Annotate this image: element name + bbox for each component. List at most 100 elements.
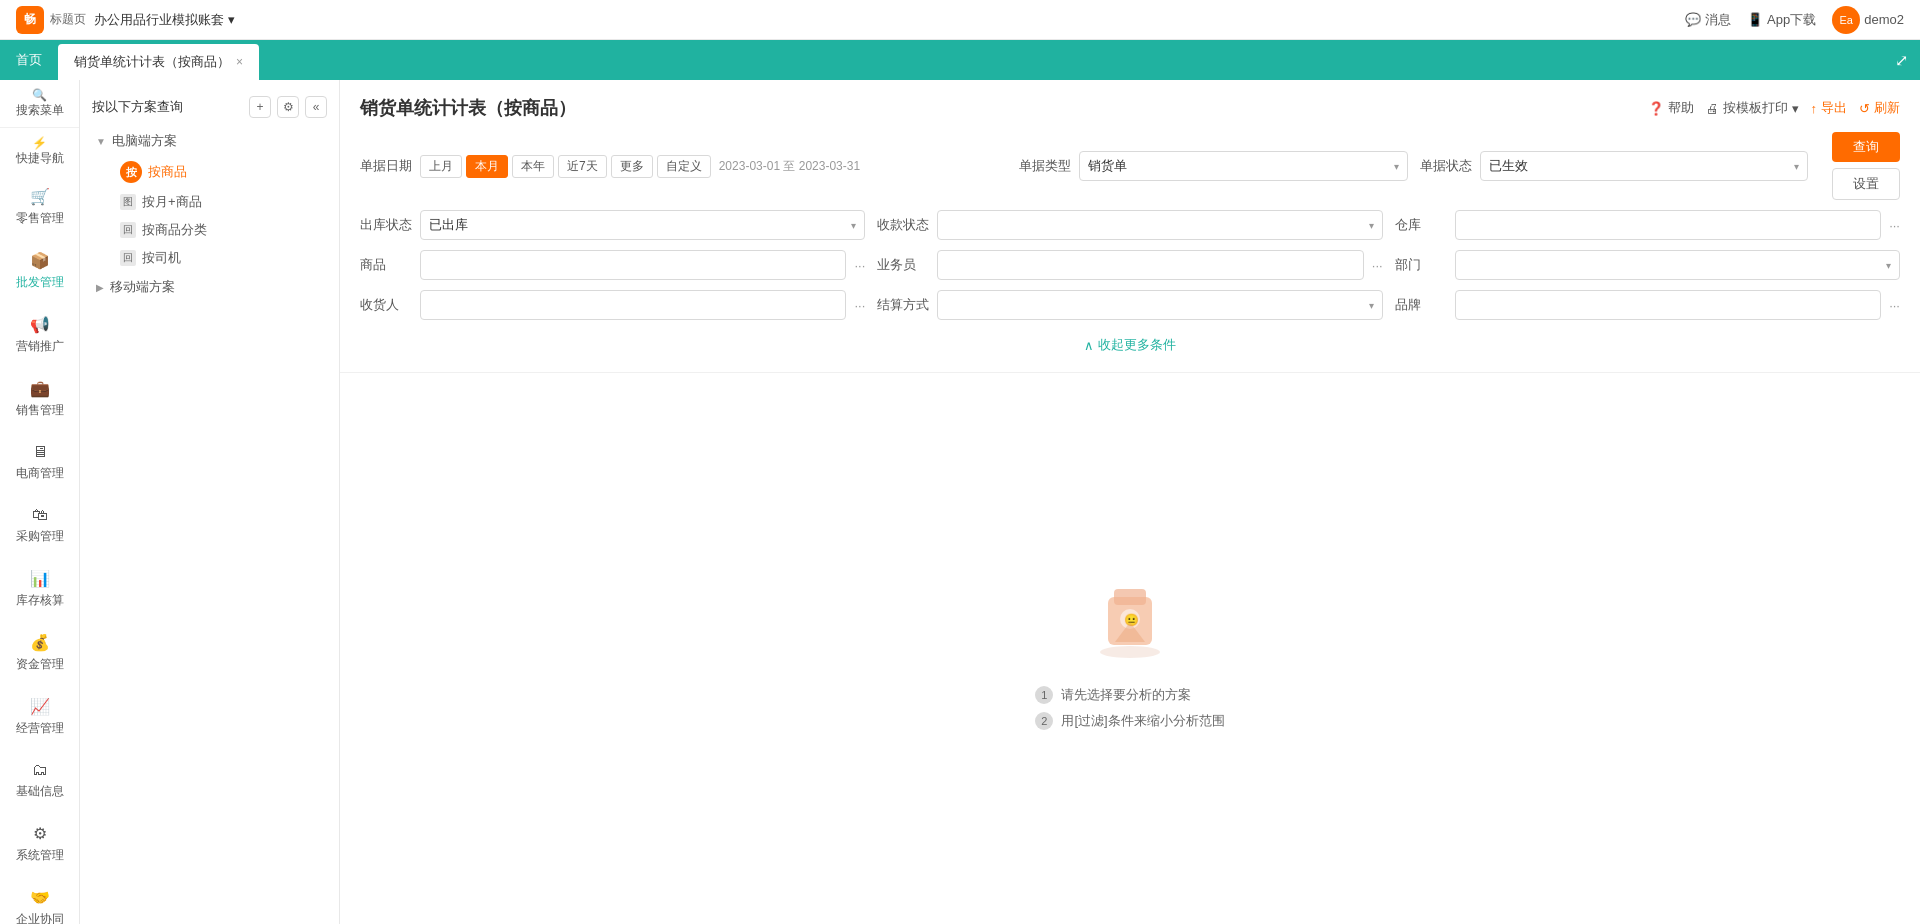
- payment-status-select[interactable]: ▾: [937, 210, 1382, 240]
- outstatus-select[interactable]: 已出库 ▾: [420, 210, 865, 240]
- payment-status-arrow-icon: ▾: [1369, 220, 1374, 231]
- nav-item-purchase[interactable]: 🛍 采购管理: [0, 494, 79, 557]
- tree-item-by-cashier[interactable]: 回 按司机: [112, 244, 339, 272]
- filter-doctype-field: 单据类型 销货单 ▾: [1019, 151, 1407, 181]
- brand-input[interactable]: [1455, 290, 1881, 320]
- date-btn-this-month[interactable]: 本月: [466, 155, 508, 178]
- goods-dots-btn[interactable]: ···: [854, 258, 865, 273]
- panel-header-actions: ❓ 帮助 🖨 按模板打印 ▾ ↑ 导出 ↺ 刷新: [1648, 99, 1901, 117]
- tab-close-icon[interactable]: ×: [236, 55, 243, 69]
- filter-receiver-field: 收货人 ···: [360, 290, 865, 320]
- tab-sales-stat[interactable]: 销货单统计计表（按商品） ×: [58, 44, 259, 80]
- nav-item-operations[interactable]: 📈 经营管理: [0, 685, 79, 749]
- doctype-arrow-icon: ▾: [1394, 161, 1399, 172]
- tab-home[interactable]: 首页: [0, 40, 58, 80]
- panel-title: 销货单统计计表（按商品）: [360, 96, 576, 120]
- app-selector[interactable]: 办公用品行业模拟账套 ▾: [94, 11, 235, 29]
- nav-item-inventory[interactable]: 📊 库存核算: [0, 557, 79, 621]
- date-btn-last7days[interactable]: 近7天: [558, 155, 607, 178]
- empty-tip-2: 2 用[过滤]条件来缩小分析范围: [1035, 712, 1224, 730]
- export-btn[interactable]: ↑ 导出: [1811, 99, 1848, 117]
- tree-pc-group-label: 电脑端方案: [112, 132, 177, 150]
- sales-stat-tab-label: 销货单统计计表（按商品）: [74, 53, 230, 71]
- date-btn-custom[interactable]: 自定义: [657, 155, 711, 178]
- tree-item-by-goods[interactable]: 按 按商品: [112, 156, 339, 188]
- collapse-sidebar-btn[interactable]: «: [305, 96, 327, 118]
- top-bar-right: 💬 消息 📱 App下载 Ea demo2: [1685, 6, 1904, 34]
- message-label: 消息: [1705, 11, 1731, 29]
- filter-brand-field: 品牌 ···: [1395, 290, 1900, 320]
- warehouse-dots-btn[interactable]: ···: [1889, 218, 1900, 233]
- export-label: 导出: [1821, 99, 1847, 117]
- date-control: 上月 本月 本年 近7天 更多 自定义 2023-03-01 至 2023-03…: [420, 155, 1007, 178]
- scheme-icon-month: 图: [120, 194, 136, 210]
- tab-bar-actions: ⤢: [1895, 51, 1920, 70]
- brand-label: 品牌: [1395, 296, 1455, 314]
- dept-select[interactable]: ▾: [1455, 250, 1900, 280]
- date-btn-more[interactable]: 更多: [611, 155, 653, 178]
- message-icon: 💬: [1685, 12, 1701, 27]
- nav-item-system[interactable]: ⚙ 系统管理: [0, 812, 79, 876]
- settings-btn[interactable]: 设置: [1832, 168, 1900, 200]
- salesperson-input[interactable]: [937, 250, 1363, 280]
- app-download-btn[interactable]: 📱 App下载: [1747, 11, 1816, 29]
- salesperson-dots-btn[interactable]: ···: [1372, 258, 1383, 273]
- tree-mobile-group[interactable]: ▶ 移动端方案: [80, 272, 339, 302]
- tree-item-by-month-goods[interactable]: 图 按月+商品: [112, 188, 339, 216]
- nav-item-search[interactable]: 🔍 搜索菜单: [0, 80, 79, 128]
- add-scheme-btn[interactable]: +: [249, 96, 271, 118]
- tree-pc-group[interactable]: ▼ 电脑端方案: [80, 126, 339, 156]
- active-scheme-icon: 按: [120, 161, 142, 183]
- filter-sidebar-title-text: 按以下方案查询: [92, 98, 183, 116]
- receiver-dots-btn[interactable]: ···: [854, 298, 865, 313]
- tree-item-by-cashier-label: 按司机: [142, 249, 181, 267]
- nav-item-wholesale[interactable]: 📦 批发管理: [0, 239, 79, 303]
- date-btn-last-month[interactable]: 上月: [420, 155, 462, 178]
- nav-item-ecommerce[interactable]: 🖥 电商管理: [0, 431, 79, 494]
- nav-item-collab[interactable]: 🤝 企业协同: [0, 876, 79, 924]
- print-btn[interactable]: 🖨 按模板打印 ▾: [1706, 99, 1799, 117]
- user-area[interactable]: Ea demo2: [1832, 6, 1904, 34]
- nav-item-marketing[interactable]: 📢 营销推广: [0, 303, 79, 367]
- filter-row-4: 收货人 ··· 结算方式 ▾: [360, 290, 1900, 320]
- goods-input[interactable]: [420, 250, 846, 280]
- marketing-icon: 📢: [30, 315, 50, 334]
- refresh-btn[interactable]: ↺ 刷新: [1859, 99, 1900, 117]
- message-btn[interactable]: 💬 消息: [1685, 11, 1731, 29]
- date-quick-btns: 上月 本月 本年 近7天 更多 自定义: [420, 155, 711, 178]
- nav-item-base[interactable]: 🗂 基础信息: [0, 749, 79, 812]
- date-label: 单据日期: [360, 157, 420, 175]
- tip-1-num: 1: [1035, 686, 1053, 704]
- nav-item-sales[interactable]: 💼 销售管理: [0, 367, 79, 431]
- payment-method-select[interactable]: ▾: [937, 290, 1382, 320]
- tree-item-by-category[interactable]: 回 按商品分类: [112, 216, 339, 244]
- scheme-icon-cashier: 回: [120, 250, 136, 266]
- payment-method-label: 结算方式: [877, 296, 937, 314]
- nav-item-quick[interactable]: ⚡ 快捷导航: [0, 128, 79, 175]
- user-name: demo2: [1864, 12, 1904, 27]
- brand-dots-btn[interactable]: ···: [1889, 298, 1900, 313]
- query-buttons: 查询 设置: [1820, 132, 1900, 200]
- empty-tips: 1 请先选择要分析的方案 2 用[过滤]条件来缩小分析范围: [1035, 686, 1224, 730]
- nav-item-retail[interactable]: 🛒 零售管理: [0, 175, 79, 239]
- tip-1-text: 请先选择要分析的方案: [1061, 686, 1191, 704]
- warehouse-input[interactable]: [1455, 210, 1881, 240]
- docstatus-select[interactable]: 已生效 ▾: [1480, 151, 1808, 181]
- avatar: Ea: [1832, 6, 1860, 34]
- date-btn-this-year[interactable]: 本年: [512, 155, 554, 178]
- tab-bar: 首页 销货单统计计表（按商品） × ⤢: [0, 40, 1920, 80]
- tab-expand-btn[interactable]: ⤢: [1895, 51, 1908, 70]
- scheme-settings-btn[interactable]: ⚙: [277, 96, 299, 118]
- query-btn[interactable]: 查询: [1832, 132, 1900, 162]
- quick-icon: ⚡: [32, 136, 47, 150]
- top-bar: 畅 标题页 办公用品行业模拟账套 ▾ 💬 消息 📱 App下载 Ea demo2: [0, 0, 1920, 40]
- collab-icon: 🤝: [30, 888, 50, 907]
- receiver-input[interactable]: [420, 290, 846, 320]
- content-area: 按以下方案查询 + ⚙ « ▼ 电脑端方案 按 按商品 图 按月+: [80, 80, 1920, 924]
- doctype-select[interactable]: 销货单 ▾: [1079, 151, 1407, 181]
- tree-pc-children: 按 按商品 图 按月+商品 回 按商品分类 回 按司机: [80, 156, 339, 272]
- collapse-filter-btn[interactable]: ∧ 收起更多条件: [360, 330, 1900, 360]
- receiver-label: 收货人: [360, 296, 420, 314]
- nav-item-finance[interactable]: 💰 资金管理: [0, 621, 79, 685]
- help-btn[interactable]: ❓ 帮助: [1648, 99, 1694, 117]
